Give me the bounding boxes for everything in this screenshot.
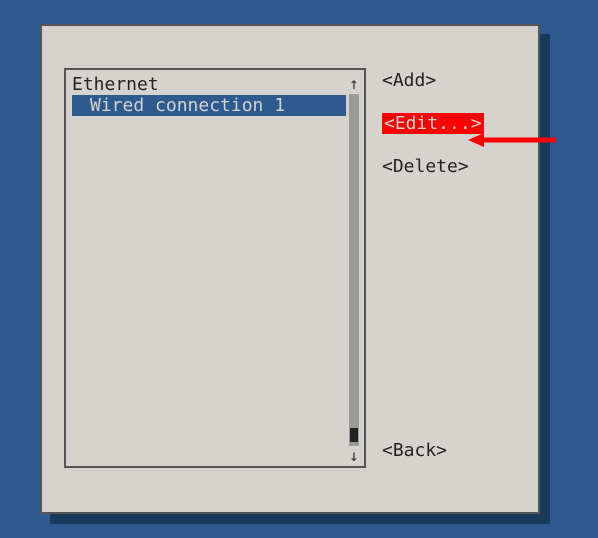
button-column: <Add> <Edit...> <Delete> <box>382 70 484 177</box>
connection-category: Ethernet <box>66 70 364 95</box>
scrollbar[interactable]: ↑ ↓ <box>348 76 360 464</box>
back-button[interactable]: <Back> <box>382 440 447 461</box>
scroll-down-arrow[interactable]: ↓ <box>349 448 359 464</box>
connection-list[interactable]: Ethernet Wired connection 1 ↑ ↓ <box>64 68 366 468</box>
add-button[interactable]: <Add> <box>382 70 484 91</box>
edit-button[interactable]: <Edit...> <box>382 113 484 134</box>
scroll-track[interactable] <box>349 94 359 446</box>
network-connections-dialog: Ethernet Wired connection 1 ↑ ↓ <Add> <E… <box>40 24 540 514</box>
scroll-up-arrow[interactable]: ↑ <box>349 76 359 92</box>
scroll-thumb[interactable] <box>350 428 358 442</box>
connection-item-selected[interactable]: Wired connection 1 <box>72 95 346 116</box>
delete-button[interactable]: <Delete> <box>382 156 484 177</box>
